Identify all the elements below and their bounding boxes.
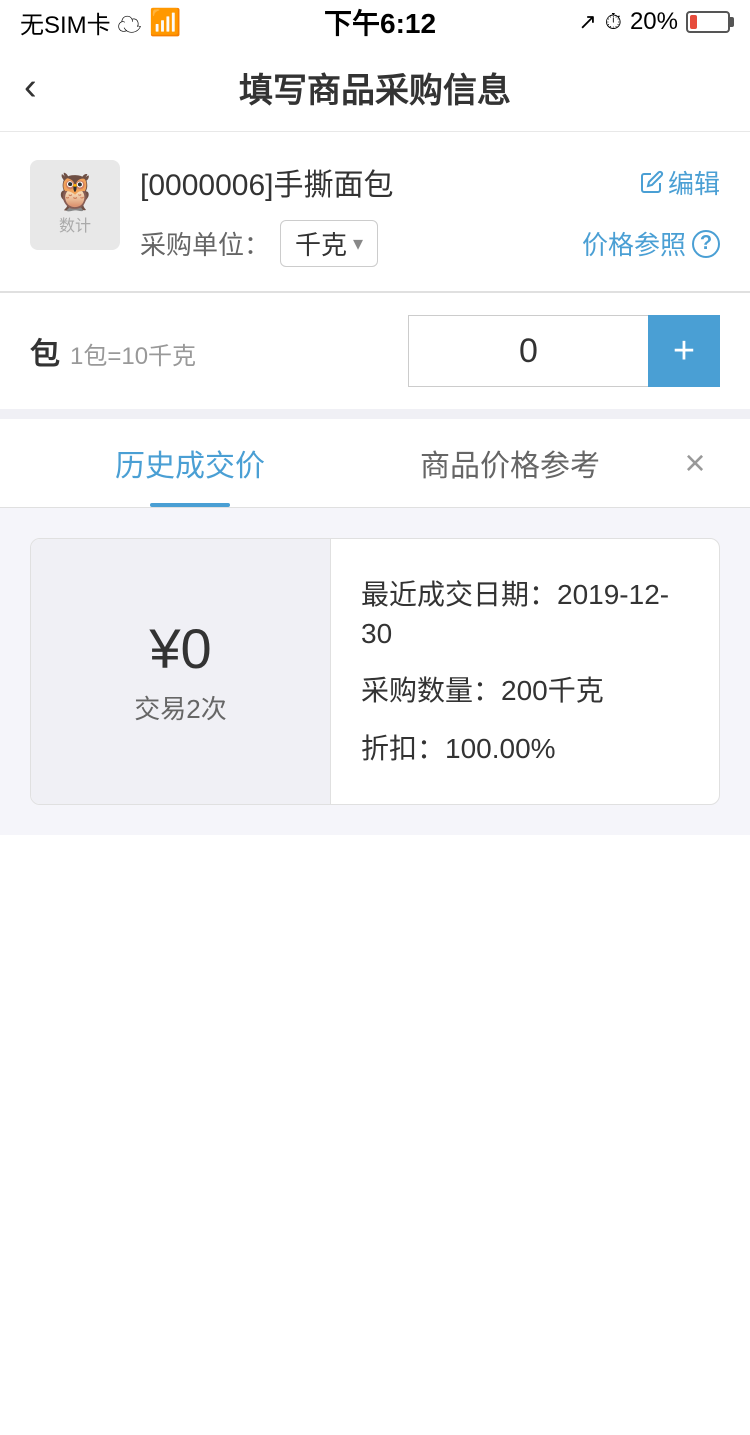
dropdown-arrow-icon: ▾	[353, 231, 363, 256]
battery-icon	[686, 11, 730, 33]
nav-bar: ‹ 填写商品采购信息	[0, 44, 750, 132]
price-detail-date-label: 最近成交日期：	[361, 579, 557, 610]
price-detail-quantity: 采购数量：200千克	[361, 671, 689, 710]
back-button[interactable]: ‹	[24, 66, 37, 109]
price-trades: 交易2次	[134, 689, 226, 726]
unit-value: 千克	[295, 225, 347, 262]
purchase-unit-group: 采购单位： 千克 ▾	[140, 220, 378, 267]
status-time: 下午6:12	[324, 2, 436, 42]
quantity-input-group: +	[408, 315, 720, 387]
edit-button[interactable]: 编辑	[640, 164, 720, 201]
unit-dropdown[interactable]: 千克 ▾	[280, 220, 378, 267]
page-title: 填写商品采购信息	[239, 63, 511, 112]
purchase-unit-label: 采购单位：	[140, 225, 270, 262]
quantity-label-group: 包 1包=10千克	[30, 329, 196, 373]
tabs-section: 历史成交价 商品价格参考 × ¥0 交易2次 最近成交日期：2019-12-30…	[0, 419, 750, 835]
price-detail-date: 最近成交日期：2019-12-30	[361, 575, 689, 653]
quantity-section: 包 1包=10千克 +	[0, 293, 750, 409]
product-logo-text: 数计	[59, 212, 91, 236]
quantity-plus-button[interactable]: +	[648, 315, 720, 387]
edit-icon	[640, 170, 664, 194]
quantity-unit-char: 包	[30, 329, 60, 373]
tabs-close-button[interactable]: ×	[670, 438, 720, 488]
price-detail-discount-label: 折扣：	[361, 733, 445, 764]
product-info: [0000006]手撕面包 编辑 采购单位： 千克 ▾	[140, 160, 720, 267]
alarm-icon: ⏱	[605, 9, 622, 35]
price-detail-discount-value: 100.00%	[445, 733, 556, 764]
quantity-input[interactable]	[408, 315, 648, 387]
price-amount: ¥0	[149, 616, 211, 681]
location-icon: ↗	[578, 9, 596, 35]
product-name: [0000006]手撕面包	[140, 160, 393, 204]
price-detail-quantity-label: 采购数量：	[361, 675, 501, 706]
price-card-left: ¥0 交易2次	[31, 539, 331, 804]
wifi-icon: 📶	[149, 7, 181, 38]
tab-product-price-ref-label: 商品价格参考	[420, 441, 600, 485]
tab-history-price-label: 历史成交价	[115, 441, 265, 485]
carrier-text: 无SIM卡 ☁	[20, 5, 141, 40]
tab-product-price-ref[interactable]: 商品价格参考	[350, 419, 670, 507]
price-currency-symbol: ¥	[149, 617, 180, 680]
battery-percent-text: 20%	[630, 8, 678, 36]
price-ref-button[interactable]: 价格参照 ?	[582, 225, 720, 262]
price-card-right: 最近成交日期：2019-12-30 采购数量：200千克 折扣：100.00%	[331, 539, 719, 804]
status-bar: 无SIM卡 ☁ 📶 下午6:12 ↗ ⏱ 20%	[0, 0, 750, 44]
product-thumbnail: 🦉 数计	[30, 160, 120, 250]
edit-label: 编辑	[668, 164, 720, 201]
help-icon: ?	[692, 230, 720, 258]
price-card: ¥0 交易2次 最近成交日期：2019-12-30 采购数量：200千克 折扣：…	[30, 538, 720, 805]
price-detail-discount: 折扣：100.00%	[361, 729, 689, 768]
product-logo-icon: 🦉	[53, 174, 98, 210]
product-section: 🦉 数计 [0000006]手撕面包 编辑 采购单位：	[0, 132, 750, 291]
price-value: 0	[181, 617, 212, 680]
price-ref-label: 价格参照	[582, 225, 686, 262]
status-left: 无SIM卡 ☁ 📶	[20, 5, 182, 40]
main-background	[0, 835, 750, 1435]
tab-history-price[interactable]: 历史成交价	[30, 419, 350, 507]
tab-content-history: ¥0 交易2次 最近成交日期：2019-12-30 采购数量：200千克 折扣：…	[0, 508, 750, 835]
tabs-header: 历史成交价 商品价格参考 ×	[0, 419, 750, 508]
quantity-convert: 1包=10千克	[70, 336, 196, 371]
price-detail-quantity-value: 200千克	[501, 675, 604, 706]
status-right: ↗ ⏱ 20%	[578, 8, 730, 36]
